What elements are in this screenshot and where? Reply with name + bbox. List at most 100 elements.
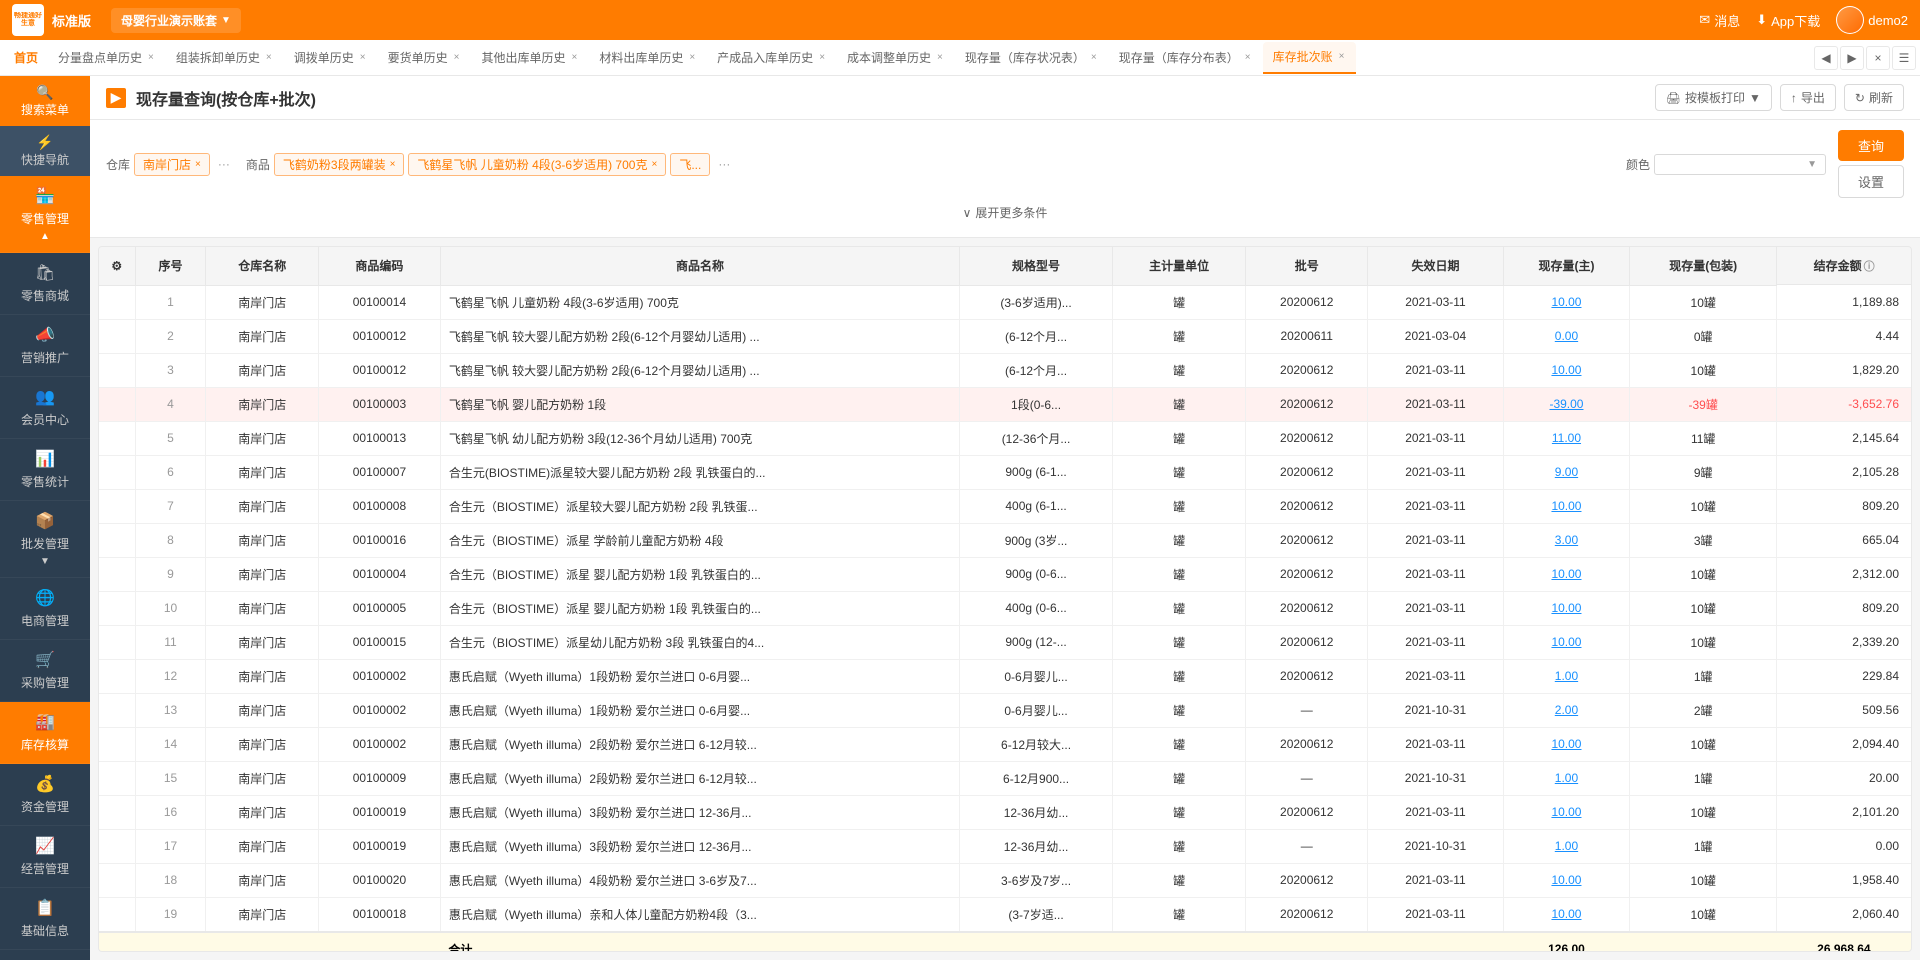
- cell-stock-main-16[interactable]: 1.00: [1503, 829, 1629, 863]
- sidebar-item-basics[interactable]: 📋 基础信息: [0, 888, 90, 950]
- setting-button[interactable]: 设置: [1838, 165, 1904, 198]
- balance-info-icon[interactable]: ⓘ: [1864, 258, 1875, 274]
- cell-code-7: 00100016: [319, 523, 441, 557]
- query-button[interactable]: 查询: [1838, 130, 1904, 161]
- cell-expiry-16: 2021-10-31: [1368, 829, 1504, 863]
- col-setting[interactable]: ⚙: [99, 247, 135, 285]
- tab-split-check[interactable]: 分量盘点单历史 ×: [48, 42, 166, 74]
- sidebar-item-member[interactable]: 👥 会员中心: [0, 377, 90, 439]
- export-button[interactable]: ↑ 导出: [1780, 84, 1836, 111]
- cell-num-11: 12: [135, 659, 206, 693]
- goods-tag-1-close[interactable]: ×: [390, 159, 396, 170]
- goods-tag-2-close[interactable]: ×: [651, 159, 657, 170]
- tab-nav-prev[interactable]: ◀: [1814, 46, 1838, 70]
- tab-other-out-close[interactable]: ×: [569, 51, 579, 64]
- sidebar-item-retail-stat[interactable]: 📊 零售统计: [0, 439, 90, 501]
- color-select-input[interactable]: ▼: [1654, 154, 1826, 175]
- sidebar-item-wholesale[interactable]: 📦 批发管理 ▼: [0, 501, 90, 578]
- tab-material-out-close[interactable]: ×: [687, 51, 697, 64]
- tab-cost-adjust-close[interactable]: ×: [935, 51, 945, 64]
- warehouse-tag-nanganmendian[interactable]: 南岸门店 ×: [134, 153, 210, 176]
- cell-num-6: 7: [135, 489, 206, 523]
- sidebar-item-retail-store[interactable]: 🛍 零售商城: [0, 253, 90, 315]
- cell-unit-18: 罐: [1113, 897, 1246, 932]
- sidebar-purchase-label: 采购管理: [21, 674, 69, 691]
- inventory-table: ⚙ 序号 仓库名称 商品编码 商品名称 规格型号 主计量单位 批号 失效日期 现…: [99, 247, 1911, 952]
- app-download-btn[interactable]: ⬇ App下载: [1756, 11, 1820, 30]
- retail-stat-icon: 📊: [35, 449, 55, 469]
- tab-nav-menu[interactable]: ☰: [1892, 46, 1916, 70]
- cell-stock-main-1[interactable]: 0.00: [1503, 319, 1629, 353]
- goods-tag-1[interactable]: 飞鹤奶粉3段两罐装 ×: [274, 153, 405, 176]
- cell-stock-main-9[interactable]: 10.00: [1503, 591, 1629, 625]
- cell-stock-main-8[interactable]: 10.00: [1503, 557, 1629, 591]
- tab-product-in[interactable]: 产成品入库单历史 ×: [707, 42, 837, 74]
- tab-requisition[interactable]: 要货单历史 ×: [378, 42, 472, 74]
- cell-stock-main-10[interactable]: 10.00: [1503, 625, 1629, 659]
- tab-group-dismantling-close[interactable]: ×: [264, 51, 274, 64]
- cell-stock-main-13[interactable]: 10.00: [1503, 727, 1629, 761]
- cell-stock-main-17[interactable]: 10.00: [1503, 863, 1629, 897]
- sidebar-item-retail[interactable]: 🏪 零售管理 ▲: [0, 176, 90, 253]
- cell-stock-main-2[interactable]: 10.00: [1503, 353, 1629, 387]
- template-print-button[interactable]: 🖨 按模板打印 ▼: [1655, 84, 1772, 111]
- cell-stock-main-15[interactable]: 10.00: [1503, 795, 1629, 829]
- cell-stock-main-0[interactable]: 10.00: [1503, 285, 1629, 319]
- cell-stock-main-3[interactable]: -39.00: [1503, 387, 1629, 421]
- tab-batch-post[interactable]: 库存批次账 ×: [1263, 42, 1357, 74]
- tab-transfer-close[interactable]: ×: [358, 51, 368, 64]
- sidebar-item-operations[interactable]: 📈 经营管理: [0, 826, 90, 888]
- goods-tag-more[interactable]: 飞...: [670, 153, 710, 176]
- sidebar-search[interactable]: 🔍 搜索菜单: [0, 76, 90, 126]
- cell-stock-main-6[interactable]: 10.00: [1503, 489, 1629, 523]
- sidebar-item-system[interactable]: ⚙ 系统管理: [0, 950, 90, 960]
- user-info[interactable]: demo2: [1836, 6, 1908, 34]
- tab-group-dismantling-label: 组装拆卸单历史: [176, 49, 260, 66]
- sidebar-item-finance[interactable]: 💰 资金管理: [0, 764, 90, 826]
- cell-warehouse-17: 南岸门店: [206, 863, 319, 897]
- cell-name-13: 惠氏启赋（Wyeth illuma）2段奶粉 爱尔兰进口 6-12月较...: [440, 727, 959, 761]
- cell-stock-main-5[interactable]: 9.00: [1503, 455, 1629, 489]
- tab-requisition-close[interactable]: ×: [452, 51, 462, 64]
- filter-expand-row[interactable]: ∨ 展开更多条件: [106, 198, 1904, 227]
- tab-nav-next[interactable]: ▶: [1840, 46, 1864, 70]
- refresh-button[interactable]: ↻ 刷新: [1844, 84, 1904, 111]
- cell-stock-main-11[interactable]: 1.00: [1503, 659, 1629, 693]
- setting-icon[interactable]: ⚙: [111, 259, 122, 273]
- tab-material-out[interactable]: 材料出库单历史 ×: [589, 42, 707, 74]
- warehouse-tag-close[interactable]: ×: [195, 159, 201, 170]
- tab-stock-status-close[interactable]: ×: [1089, 51, 1099, 64]
- tab-transfer[interactable]: 调拨单历史 ×: [284, 42, 378, 74]
- tab-stock-status[interactable]: 现存量（库存状况表） ×: [955, 42, 1109, 74]
- tab-nav-close[interactable]: ×: [1866, 46, 1890, 70]
- warehouse-dots[interactable]: ···: [214, 157, 234, 171]
- tab-stock-dist[interactable]: 现存量（库存分布表） ×: [1109, 42, 1263, 74]
- sidebar-item-inventory[interactable]: 🏭 库存核算: [0, 702, 90, 764]
- cell-stock-main-12[interactable]: 2.00: [1503, 693, 1629, 727]
- cell-stock-main-14[interactable]: 1.00: [1503, 761, 1629, 795]
- cell-stock-main-7[interactable]: 3.00: [1503, 523, 1629, 557]
- tab-group-dismantling[interactable]: 组装拆卸单历史 ×: [166, 42, 284, 74]
- cell-stock-main-18[interactable]: 10.00: [1503, 897, 1629, 932]
- cell-num-10: 11: [135, 625, 206, 659]
- tab-other-out[interactable]: 其他出库单历史 ×: [471, 42, 589, 74]
- tab-product-in-close[interactable]: ×: [817, 51, 827, 64]
- filter-expand-btn[interactable]: ▶: [106, 88, 126, 108]
- goods-dots[interactable]: ···: [714, 157, 734, 171]
- avatar: [1836, 6, 1864, 34]
- tab-cost-adjust[interactable]: 成本调整单历史 ×: [837, 42, 955, 74]
- tab-stock-dist-close[interactable]: ×: [1243, 51, 1253, 64]
- cell-stock-main-4[interactable]: 11.00: [1503, 421, 1629, 455]
- cell-num-4: 5: [135, 421, 206, 455]
- sidebar-item-purchase[interactable]: 🛒 采购管理: [0, 640, 90, 702]
- message-btn[interactable]: ✉ 消息: [1699, 11, 1740, 30]
- goods-tag-2[interactable]: 飞鹤星飞帆 儿童奶粉 4段(3-6岁适用) 700克 ×: [408, 153, 666, 176]
- sidebar-item-ecommerce[interactable]: 🌐 电商管理: [0, 578, 90, 640]
- sidebar-item-marketing[interactable]: 📣 营销推广: [0, 315, 90, 377]
- company-selector-wrap[interactable]: 母婴行业演示账套 ▼: [111, 8, 241, 33]
- col-stock-main: 现存量(主): [1503, 247, 1629, 285]
- tab-batch-post-close[interactable]: ×: [1337, 50, 1347, 63]
- sidebar-quick[interactable]: ⚡ 快捷导航: [0, 126, 90, 176]
- tab-split-check-close[interactable]: ×: [146, 51, 156, 64]
- tab-home[interactable]: 首页: [4, 42, 48, 74]
